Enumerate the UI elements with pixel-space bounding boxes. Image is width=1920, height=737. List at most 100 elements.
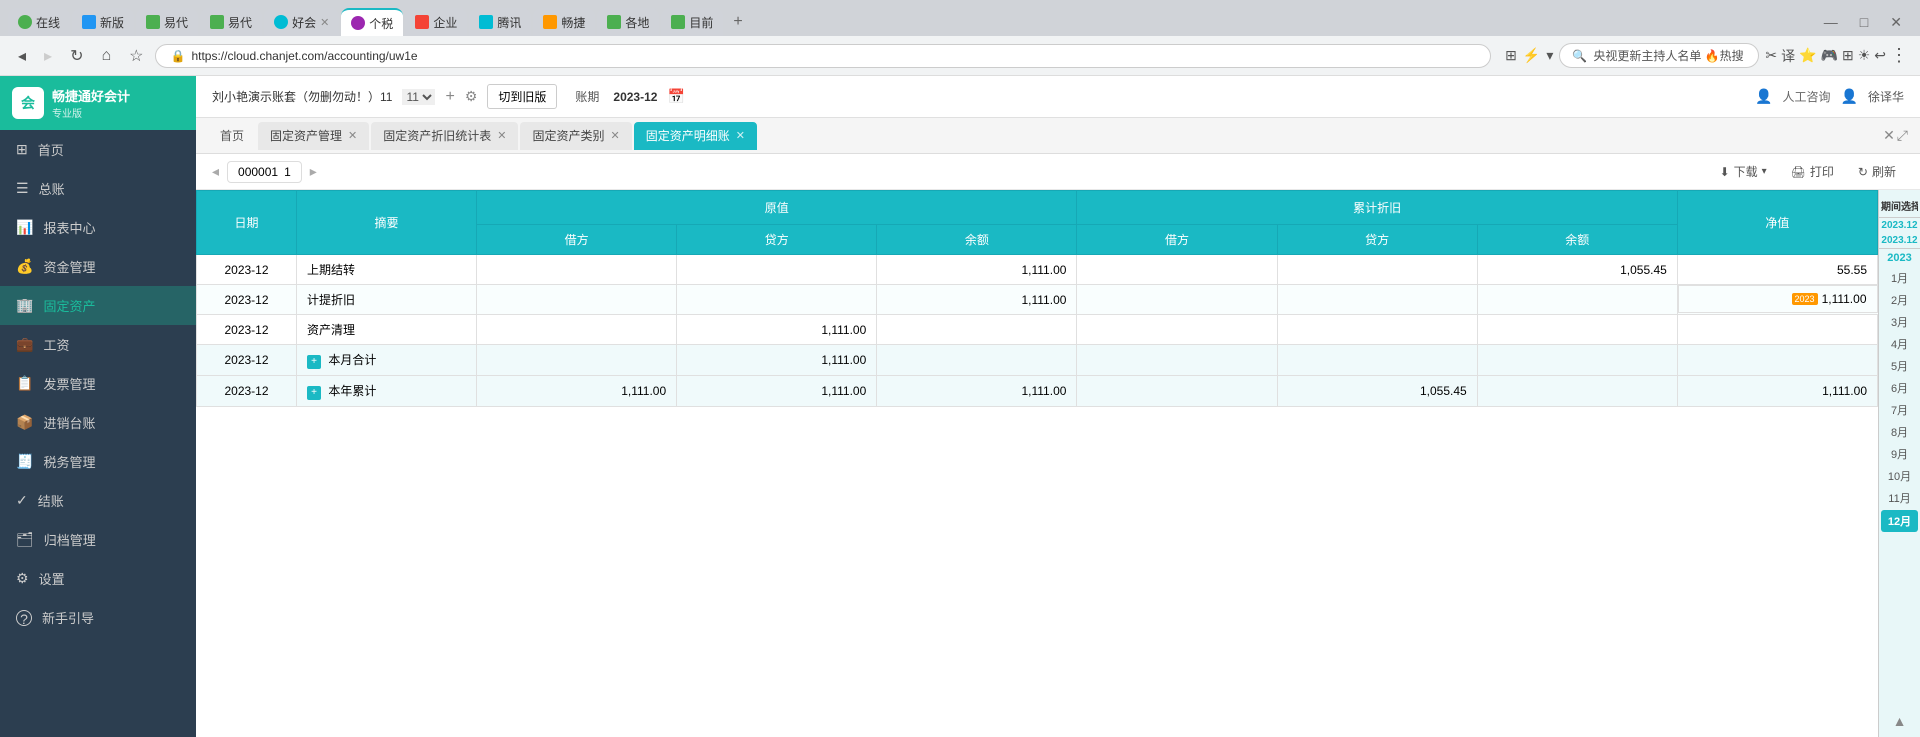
sidebar-item-purchase[interactable]: 📦 进销台账 bbox=[0, 403, 196, 442]
game-icon[interactable]: 🎮 bbox=[1821, 47, 1838, 64]
fa-cat-close[interactable]: ✕ bbox=[611, 129, 620, 142]
month-7[interactable]: 7月 bbox=[1879, 399, 1920, 421]
period-label: 账期 bbox=[575, 88, 599, 105]
calendar-icon[interactable]: 📅 bbox=[667, 88, 684, 105]
month-9[interactable]: 9月 bbox=[1879, 443, 1920, 465]
sidebar-item-settings[interactable]: ⚙ 设置 bbox=[0, 559, 196, 598]
month-2[interactable]: 2月 bbox=[1879, 289, 1920, 311]
nav-forward[interactable]: ▸ bbox=[38, 42, 58, 70]
browser-tab-7[interactable]: 腾讯 bbox=[469, 8, 531, 36]
fa-mgmt-close[interactable]: ✕ bbox=[348, 129, 357, 142]
browser-tab-1[interactable]: 新版 bbox=[72, 8, 134, 36]
nav-bookmark[interactable]: ☆ bbox=[123, 42, 149, 70]
nav-refresh[interactable]: ↻ bbox=[64, 42, 89, 70]
month-8[interactable]: 8月 bbox=[1879, 421, 1920, 443]
prev-arrow[interactable]: ◂ bbox=[212, 163, 219, 180]
settings-account-btn[interactable]: ⚙ bbox=[465, 88, 478, 105]
browser-tab-5[interactable]: 个税 bbox=[341, 8, 403, 36]
grid-icon[interactable]: ⊞ bbox=[1842, 47, 1854, 64]
fa-mgmt-label: 固定资产管理 bbox=[270, 127, 342, 144]
sidebar-item-ledger[interactable]: ☰ 总账 bbox=[0, 169, 196, 208]
th-date: 日期 bbox=[197, 191, 297, 255]
dropdown-icon[interactable]: ▾ bbox=[1546, 47, 1553, 64]
browser-nav-bar: ◂ ▸ ↻ ⌂ ☆ 🔒 https://cloud.chanjet.com/ac… bbox=[0, 36, 1920, 76]
translate-icon[interactable]: 译 bbox=[1781, 46, 1795, 66]
month-6[interactable]: 6月 bbox=[1879, 377, 1920, 399]
month-10[interactable]: 10月 bbox=[1879, 465, 1920, 487]
sidebar-item-report[interactable]: 📊 报表中心 bbox=[0, 208, 196, 247]
cell-net-3 bbox=[1677, 345, 1877, 376]
sidebar-item-home[interactable]: ⊞ 首页 bbox=[0, 130, 196, 169]
browser-tab-10[interactable]: 目前 bbox=[661, 8, 723, 36]
report-icon: 📊 bbox=[16, 219, 33, 236]
sidebar-label-archive: 归档管理 bbox=[44, 530, 96, 549]
help-icon[interactable]: 👤 bbox=[1755, 88, 1772, 105]
window-minimize[interactable]: — bbox=[1814, 8, 1848, 36]
close-all-btn[interactable]: ✕ bbox=[1883, 127, 1895, 144]
address-bar[interactable]: 🔒 https://cloud.chanjet.com/accounting/u… bbox=[155, 44, 1491, 68]
download-btn[interactable]: ⬇ 下载 ▾ bbox=[1712, 160, 1775, 183]
browser-tab-3[interactable]: 易代 bbox=[200, 8, 262, 36]
month-12[interactable]: 12月 bbox=[1881, 510, 1918, 532]
fa-stat-close[interactable]: ✕ bbox=[497, 129, 506, 142]
tab-fa-mgmt[interactable]: 固定资产管理 ✕ bbox=[258, 122, 369, 150]
sidebar-item-fund[interactable]: 💰 资金管理 bbox=[0, 247, 196, 286]
th-summary: 摘要 bbox=[297, 191, 477, 255]
nav-home[interactable]: ⌂ bbox=[95, 43, 117, 69]
sidebar-item-fixed-assets[interactable]: 🏢 固定资产 bbox=[0, 286, 196, 325]
tab-fa-stat[interactable]: 固定资产折旧统计表 ✕ bbox=[371, 122, 518, 150]
window-maximize[interactable]: □ bbox=[1850, 8, 1878, 36]
sidebar-label-invoice: 发票管理 bbox=[43, 374, 95, 393]
next-arrow[interactable]: ▸ bbox=[310, 163, 317, 180]
scroll-up-btn[interactable]: ▲ bbox=[1889, 709, 1911, 733]
account-selector[interactable]: 11 bbox=[402, 89, 435, 105]
month-2023[interactable]: 2023 bbox=[1879, 249, 1920, 267]
lightning-icon[interactable]: ⚡ bbox=[1523, 47, 1540, 64]
menu-icon[interactable]: ⋮ bbox=[1890, 45, 1908, 66]
print-label: 打印 bbox=[1810, 163, 1834, 180]
qr-icon[interactable]: ⊞ bbox=[1505, 47, 1517, 64]
expand-btn[interactable]: ⤢ bbox=[1897, 127, 1908, 144]
refresh-btn[interactable]: ↻ 刷新 bbox=[1850, 160, 1904, 183]
print-btn[interactable]: 🖨 打印 bbox=[1783, 160, 1842, 183]
browser-tab-8[interactable]: 畅捷 bbox=[533, 8, 595, 36]
sidebar-item-archive[interactable]: 🗂 归档管理 bbox=[0, 520, 196, 559]
cell-ad-balance-2 bbox=[1477, 315, 1677, 345]
month-3[interactable]: 3月 bbox=[1879, 311, 1920, 333]
sidebar-item-tax[interactable]: 🧾 税务管理 bbox=[0, 442, 196, 481]
month-11[interactable]: 11月 bbox=[1879, 487, 1920, 509]
fa-detail-close[interactable]: ✕ bbox=[736, 129, 745, 142]
sidebar-item-guide[interactable]: ? 新手引导 bbox=[0, 598, 196, 637]
switch-version-btn[interactable]: 切到旧版 bbox=[487, 84, 557, 109]
browser-tab-9[interactable]: 各地 bbox=[597, 8, 659, 36]
add-account-btn[interactable]: + bbox=[445, 88, 454, 106]
sidebar-item-close[interactable]: ✓ 结账 bbox=[0, 481, 196, 520]
sidebar-item-invoice[interactable]: 📋 发票管理 bbox=[0, 364, 196, 403]
tab-home[interactable]: 首页 bbox=[208, 122, 256, 150]
cell-ad-credit-4: 1,055.45 bbox=[1277, 376, 1477, 407]
sidebar-item-salary[interactable]: 💼 工资 bbox=[0, 325, 196, 364]
tab-fa-detail[interactable]: 固定资产明细账 ✕ bbox=[634, 122, 757, 150]
brightness-icon[interactable]: ☀ bbox=[1858, 47, 1871, 64]
undo-icon[interactable]: ↩ bbox=[1874, 47, 1886, 64]
help-text[interactable]: 人工咨询 bbox=[1783, 88, 1831, 105]
window-close[interactable]: ✕ bbox=[1880, 8, 1912, 36]
nav-back[interactable]: ◂ bbox=[12, 42, 32, 70]
browser-tab-2[interactable]: 易代 bbox=[136, 8, 198, 36]
month-5[interactable]: 5月 bbox=[1879, 355, 1920, 377]
star-icon-nav[interactable]: ⭐ bbox=[1799, 47, 1816, 64]
browser-tab-4[interactable]: 好会 ✕ bbox=[264, 8, 339, 36]
month-4[interactable]: 4月 bbox=[1879, 333, 1920, 355]
scissors-icon[interactable]: ✂ bbox=[1765, 47, 1777, 64]
download-icon: ⬇ bbox=[1720, 165, 1730, 179]
account-name: 刘小艳演示账套（勿删勿动！）11 bbox=[212, 88, 392, 105]
new-tab-button[interactable]: + bbox=[725, 8, 750, 36]
browser-tab-6[interactable]: 企业 bbox=[405, 8, 467, 36]
tab-fa-cat[interactable]: 固定资产类别 ✕ bbox=[520, 122, 631, 150]
cell-ad-balance-3 bbox=[1477, 345, 1677, 376]
tab-label-2: 易代 bbox=[164, 14, 188, 31]
table-header-top: 日期 摘要 原值 累计折旧 净值 bbox=[197, 191, 1878, 225]
browser-tab-0[interactable]: 在线 bbox=[8, 8, 70, 36]
month-1[interactable]: 1月 bbox=[1879, 267, 1920, 289]
tab-close-4[interactable]: ✕ bbox=[320, 16, 329, 29]
